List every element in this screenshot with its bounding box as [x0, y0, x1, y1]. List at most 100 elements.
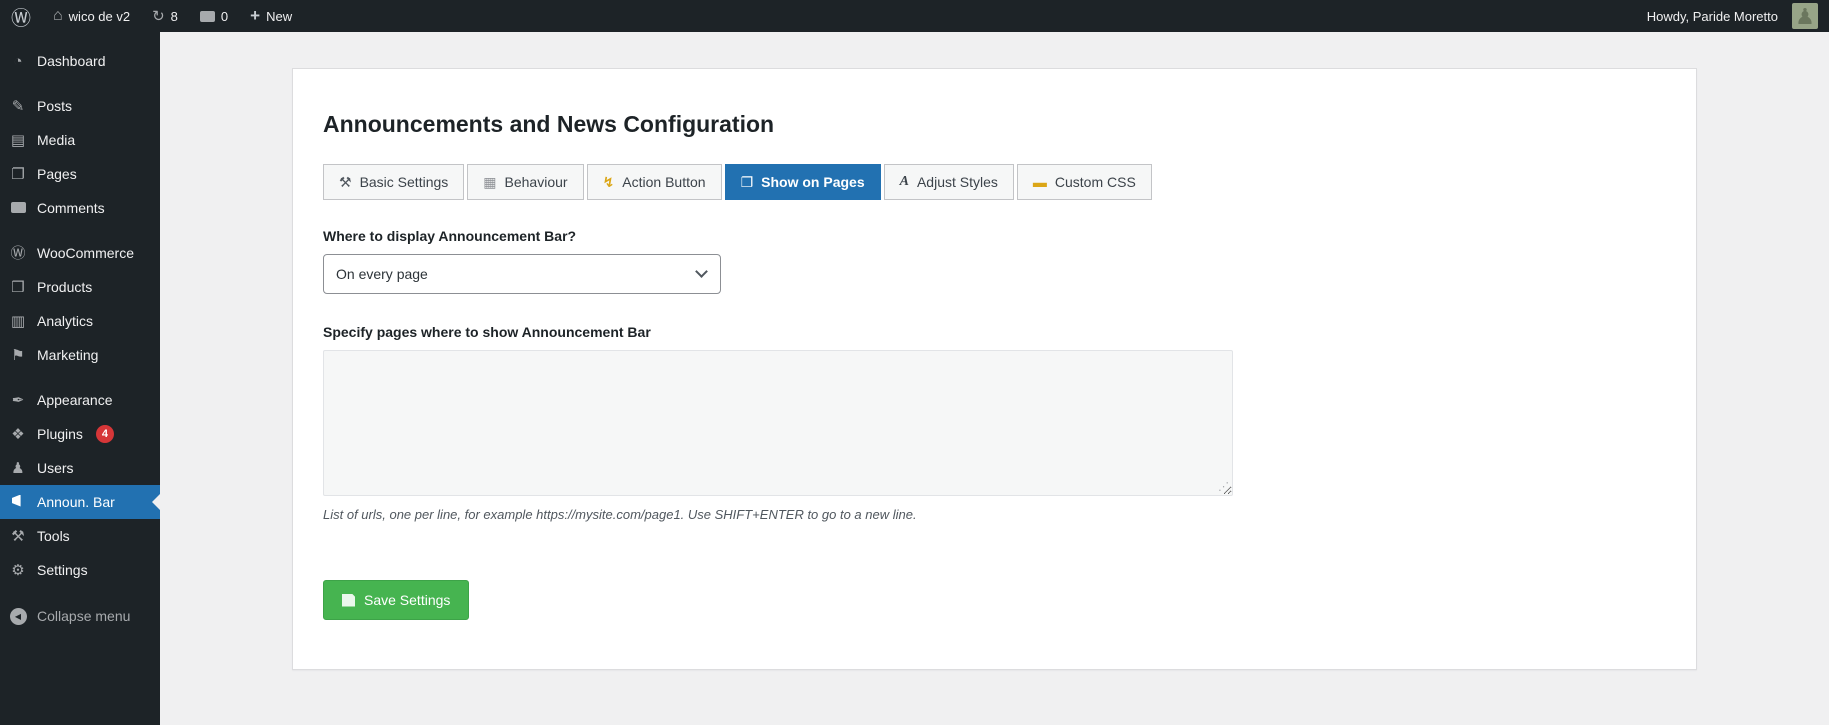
sidebar-item-analytics[interactable]: ▥ Analytics — [0, 304, 160, 338]
tab-adjust-styles[interactable]: A Adjust Styles — [883, 164, 1014, 200]
content-area: Announcements and News Configuration ⚒ B… — [160, 32, 1829, 725]
sidebar-item-label: Marketing — [37, 347, 99, 363]
sidebar-item-label: Media — [37, 132, 76, 148]
howdy-label: Howdy, Paride Moretto — [1646, 8, 1778, 24]
marketing-icon: ⚑ — [11, 346, 25, 364]
pages-help-text: List of urls, one per line, for example … — [323, 507, 917, 522]
sidebar-item-label: Users — [37, 460, 74, 476]
tab-label: Custom CSS — [1054, 174, 1136, 190]
new-content-button[interactable]: New — [239, 0, 303, 32]
settings-icon: ⚙ — [11, 561, 25, 579]
sidebar-item-dashboard[interactable]: ◔ Dashboard — [0, 44, 160, 78]
css-file-icon: ▬ — [1032, 174, 1047, 190]
settings-card: Announcements and News Configuration ⚒ B… — [292, 68, 1697, 670]
menu-separator — [0, 78, 160, 89]
plugins-update-badge: 4 — [95, 425, 114, 443]
sidebar-item-label: Appearance — [37, 392, 113, 408]
tab-label: Adjust Styles — [916, 174, 998, 190]
sidebar-item-pages[interactable]: ❐ Pages — [0, 157, 160, 191]
megaphone-icon — [11, 494, 21, 507]
woocommerce-icon: Ⓦ — [10, 244, 26, 262]
sidebar-item-products[interactable]: ❒ Products — [0, 270, 160, 304]
tools-icon: ⚒ — [11, 527, 25, 545]
sidebar-item-announcement-bar[interactable]: Announ. Bar — [0, 485, 160, 519]
pages-textarea-wrap — [323, 350, 1233, 499]
menu-separator — [0, 372, 160, 383]
tab-label: Behaviour — [504, 174, 568, 190]
sidebar-item-label: Settings — [37, 562, 88, 578]
tab-label: Action Button — [622, 174, 706, 190]
sidebar-item-settings[interactable]: ⚙ Settings — [0, 553, 160, 587]
analytics-icon: ▥ — [10, 312, 26, 330]
lightning-icon: ↯ — [602, 174, 615, 190]
wordpress-menu-button[interactable] — [0, 0, 42, 32]
site-name-link[interactable]: wico de v2 — [42, 0, 141, 32]
admin-bar-right: Howdy, Paride Moretto — [1636, 0, 1829, 32]
plugins-icon: ❖ — [11, 425, 25, 443]
sidebar-item-label: Analytics — [37, 313, 94, 329]
save-settings-button[interactable]: Save Settings — [323, 580, 470, 620]
wordpress-logo-icon — [11, 2, 31, 31]
sidebar-item-appearance[interactable]: ✒ Appearance — [0, 383, 160, 417]
plus-icon — [250, 6, 260, 26]
sidebar-item-posts[interactable]: ✎ Posts — [0, 89, 160, 123]
font-style-icon: A — [899, 174, 909, 189]
new-label: New — [266, 8, 293, 24]
display-location-select[interactable]: On every page — [323, 254, 721, 294]
comments-link[interactable]: 0 — [189, 0, 239, 32]
admin-bar-left: wico de v2 8 0 New — [0, 0, 303, 32]
sidebar-item-label: Plugins — [37, 426, 83, 442]
collapse-menu-label: Collapse menu — [37, 608, 131, 624]
comment-bubble-icon — [199, 10, 215, 22]
sidebar-item-comments[interactable]: Comments — [0, 191, 160, 225]
pages-textarea[interactable] — [323, 350, 1233, 496]
sidebar-item-label: Products — [37, 279, 93, 295]
tab-label: Show on Pages — [761, 174, 865, 190]
settings-tabs: ⚒ Basic Settings ▦ Behaviour ↯ Action Bu… — [323, 164, 1666, 200]
updates-link[interactable]: 8 — [141, 0, 189, 32]
sidebar-item-plugins[interactable]: ❖ Plugins 4 — [0, 417, 160, 451]
collapse-menu-button[interactable]: Collapse menu — [0, 599, 160, 633]
sidebar-item-label: WooCommerce — [37, 245, 134, 261]
home-icon — [53, 7, 63, 25]
sidebar-item-woocommerce[interactable]: Ⓦ WooCommerce — [0, 236, 160, 270]
sidebar-item-media[interactable]: ▤ Media — [0, 123, 160, 157]
table-icon: ▦ — [483, 174, 497, 190]
products-icon: ❒ — [11, 278, 25, 296]
menu-separator — [0, 225, 160, 236]
save-settings-label: Save Settings — [364, 592, 451, 608]
site-name-label: wico de v2 — [68, 8, 131, 24]
pages-stack-icon: ❐ — [740, 174, 754, 190]
tab-action-button[interactable]: ↯ Action Button — [586, 164, 722, 200]
comments-icon — [8, 201, 28, 216]
floppy-disk-icon — [342, 593, 355, 607]
sidebar-item-marketing[interactable]: ⚑ Marketing — [0, 338, 160, 372]
tab-basic-settings[interactable]: ⚒ Basic Settings — [323, 164, 465, 200]
tab-show-on-pages[interactable]: ❐ Show on Pages — [724, 164, 881, 200]
admin-sidebar: ◔ Dashboard ✎ Posts ▤ Media ❐ Pages Comm… — [0, 32, 160, 725]
comment-bubble-icon — [10, 201, 26, 213]
user-avatar — [1792, 3, 1818, 29]
sidebar-item-label: Dashboard — [37, 53, 106, 69]
dashboard-icon: ◔ — [13, 52, 23, 70]
sidebar-item-label: Tools — [37, 528, 70, 544]
account-menu[interactable]: Howdy, Paride Moretto — [1636, 0, 1829, 32]
collapse-arrow-icon — [8, 607, 28, 626]
media-icon: ▤ — [10, 131, 26, 149]
page-title: Announcements and News Configuration — [323, 111, 775, 137]
sidebar-item-tools[interactable]: ⚒ Tools — [0, 519, 160, 553]
sidebar-item-label: Comments — [37, 200, 105, 216]
sidebar-item-users[interactable]: ♟ Users — [0, 451, 160, 485]
tab-behaviour[interactable]: ▦ Behaviour — [467, 164, 584, 200]
pages-icon: ❐ — [11, 165, 25, 183]
display-location-select-wrap: On every page — [323, 254, 721, 294]
updates-icon — [152, 7, 165, 25]
appearance-icon: ✒ — [11, 391, 25, 409]
users-icon: ♟ — [11, 459, 25, 477]
sidebar-item-label: Announ. Bar — [37, 494, 115, 510]
sidebar-item-label: Pages — [37, 166, 77, 182]
tab-label: Basic Settings — [359, 174, 449, 190]
posts-icon: ✎ — [11, 97, 25, 115]
tab-custom-css[interactable]: ▬ Custom CSS — [1016, 164, 1152, 200]
collapse-arrow-icon — [9, 608, 27, 626]
